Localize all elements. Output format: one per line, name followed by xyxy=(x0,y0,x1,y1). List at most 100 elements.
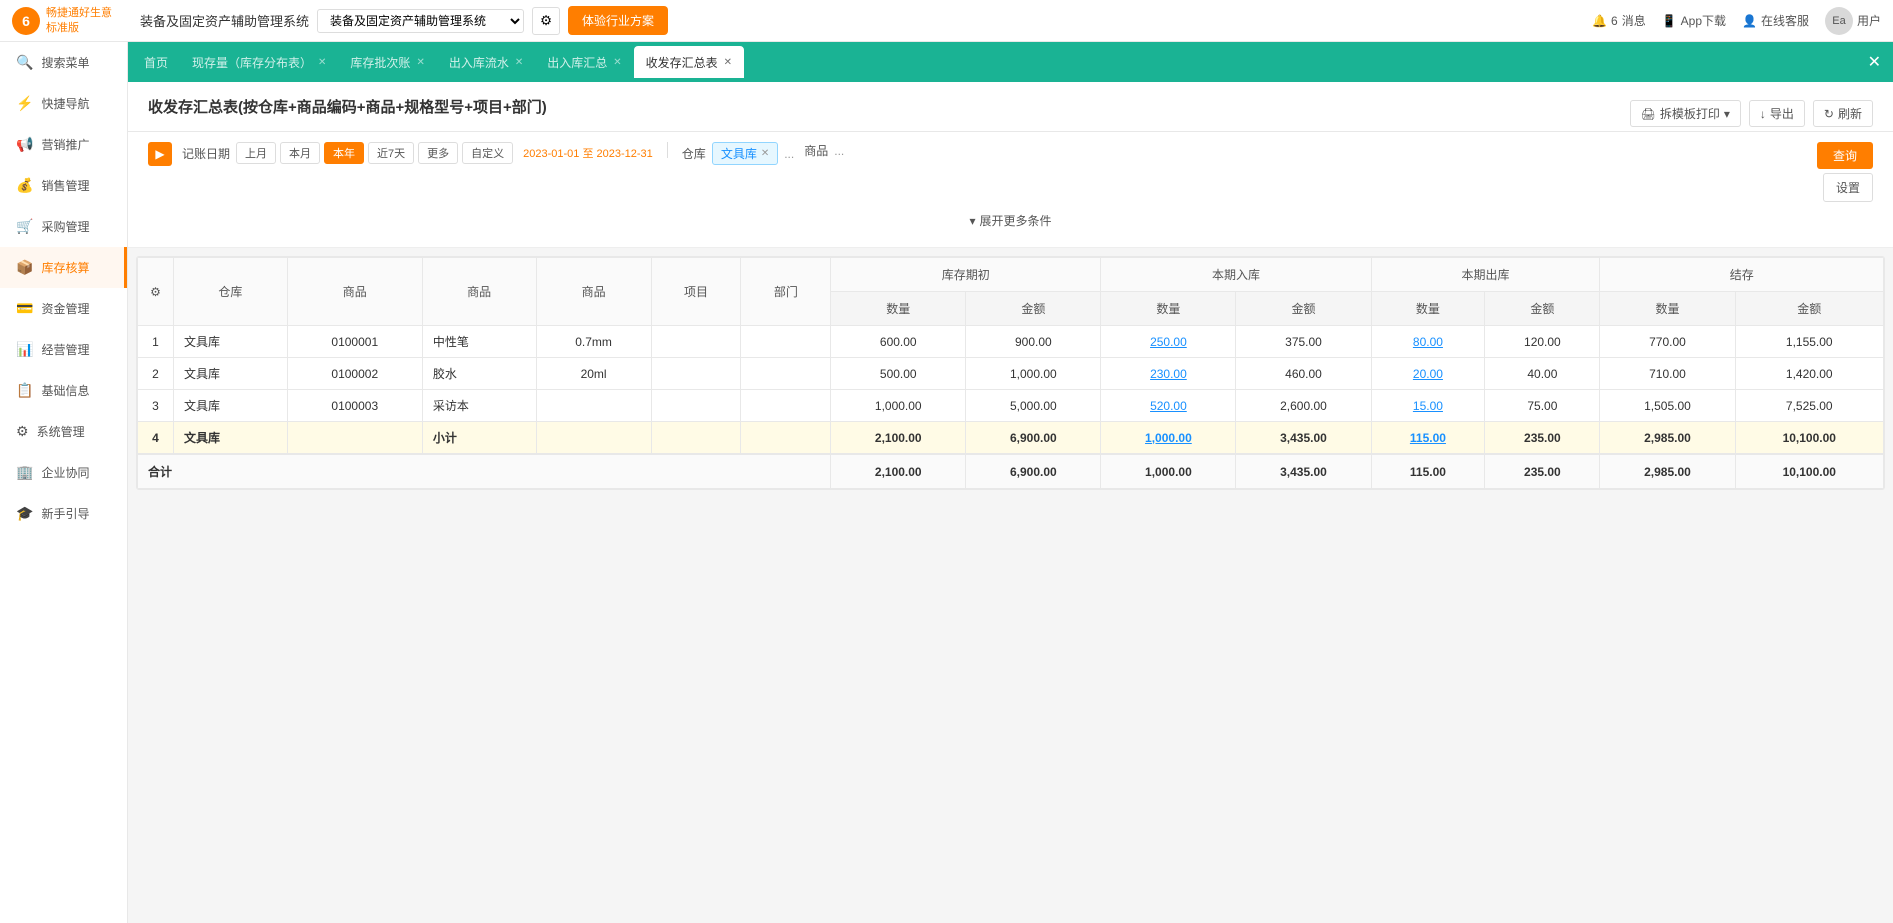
cell-dept xyxy=(741,422,831,455)
goods-filter-col: 商品 ... xyxy=(804,142,844,159)
settings-gear-button[interactable]: ⚙ xyxy=(532,7,560,35)
footer-close-amt: 10,100.00 xyxy=(1735,454,1883,489)
tab-summary-in-out[interactable]: 出入库汇总 ✕ xyxy=(535,46,633,78)
col-settings-header[interactable]: ⚙ xyxy=(138,258,174,326)
date-btn-this-year[interactable]: 本年 xyxy=(324,142,364,164)
tab-close-batch[interactable]: ✕ xyxy=(416,57,424,68)
tab-flow[interactable]: 出入库流水 ✕ xyxy=(437,46,535,78)
cell-close-amt: 7,525.00 xyxy=(1735,390,1883,422)
cell-spec: 20ml xyxy=(536,358,651,390)
cell-in-qty[interactable]: 1,000.00 xyxy=(1101,422,1236,455)
cell-open-amt: 900.00 xyxy=(966,326,1101,358)
tab-receive-send[interactable]: 收发存汇总表 ✕ xyxy=(634,46,744,78)
sidebar-item-finance[interactable]: 💳 资金管理 xyxy=(0,288,127,329)
cell-in-qty[interactable]: 230.00 xyxy=(1101,358,1236,390)
filter-expand-button[interactable]: ▶ xyxy=(148,142,172,166)
tab-close-flow[interactable]: ✕ xyxy=(515,57,523,68)
refresh-button[interactable]: ↻ 刷新 xyxy=(1813,100,1873,127)
print-button[interactable]: 🖨 拆模板打印 ▾ xyxy=(1630,100,1741,127)
main-layout: 🔍 搜索菜单 ⚡ 快捷导航 📢 营销推广 💰 销售管理 🛒 采购管理 📦 库存核… xyxy=(0,42,1893,923)
top-right-area: 🔔 6 消息 📱 App下载 👤 在线客服 Ea 用户 xyxy=(1592,7,1881,35)
sidebar-item-inventory[interactable]: 📦 库存核算 xyxy=(0,247,127,288)
tab-home[interactable]: 首页 xyxy=(132,46,180,78)
date-btn-prev-month[interactable]: 上月 xyxy=(236,142,276,164)
cell-spec xyxy=(536,390,651,422)
sidebar-item-operations[interactable]: 📊 经营管理 xyxy=(0,329,127,370)
cell-out-amt: 120.00 xyxy=(1485,326,1600,358)
sidebar-item-label: 快捷导航 xyxy=(41,95,89,112)
cell-dept xyxy=(741,326,831,358)
sidebar-item-basic[interactable]: 📋 基础信息 xyxy=(0,370,127,411)
warehouse-tag[interactable]: 文具库 ✕ xyxy=(712,142,778,165)
tab-close-summary-in-out[interactable]: ✕ xyxy=(613,57,621,68)
tabs-close-all-button[interactable]: ✕ xyxy=(1860,52,1889,72)
col-close-amt-header: 金额 xyxy=(1735,292,1883,326)
warehouse-tag-close[interactable]: ✕ xyxy=(761,148,769,159)
table-row: 2 文具库 0100002 胶水 20ml 500.00 1,000.00 23… xyxy=(138,358,1884,390)
tab-current-stock[interactable]: 现存量（库存分布表） ✕ xyxy=(180,46,338,78)
cell-out-qty[interactable]: 80.00 xyxy=(1371,326,1485,358)
setting-button[interactable]: 设置 xyxy=(1823,173,1873,202)
cell-out-qty[interactable]: 115.00 xyxy=(1371,422,1485,455)
warehouse-label: 仓库 xyxy=(682,145,706,162)
logo-area: 6 畅捷通好生意 标准版 xyxy=(12,6,140,35)
cell-seq: 2 xyxy=(138,358,174,390)
sidebar-item-enterprise[interactable]: 🏢 企业协同 xyxy=(0,452,127,493)
system-select[interactable]: 装备及固定资产辅助管理系统 xyxy=(317,9,524,33)
export-button[interactable]: ↓ 导出 xyxy=(1749,100,1805,127)
footer-out-amt: 235.00 xyxy=(1485,454,1600,489)
printer-icon: 🖨 xyxy=(1641,107,1656,121)
system-title: 装备及固定资产辅助管理系统 xyxy=(140,11,309,30)
cell-name: 小计 xyxy=(422,422,536,455)
warehouse-more[interactable]: ... xyxy=(784,147,794,161)
sidebar-item-search[interactable]: 🔍 搜索菜单 xyxy=(0,42,127,83)
trial-button[interactable]: 体验行业方案 xyxy=(568,6,668,35)
footer-in-qty: 1,000.00 xyxy=(1101,454,1236,489)
tab-close-receive-send[interactable]: ✕ xyxy=(724,57,732,68)
tab-batch[interactable]: 库存批次账 ✕ xyxy=(338,46,436,78)
online-service-button[interactable]: 👤 在线客服 xyxy=(1742,12,1809,29)
sidebar-item-system[interactable]: ⚙ 系统管理 xyxy=(0,411,127,452)
sidebar: 🔍 搜索菜单 ⚡ 快捷导航 📢 营销推广 💰 销售管理 🛒 采购管理 📦 库存核… xyxy=(0,42,128,923)
sidebar-item-marketing[interactable]: 📢 营销推广 xyxy=(0,124,127,165)
cell-close-qty: 1,505.00 xyxy=(1600,390,1735,422)
col-out-header: 本期出库 xyxy=(1371,258,1600,292)
cell-open-qty: 1,000.00 xyxy=(831,390,966,422)
page-title: 收发存汇总表(按仓库+商品编码+商品+规格型号+项目+部门) xyxy=(148,96,547,117)
cell-dept xyxy=(741,390,831,422)
tab-close-current-stock[interactable]: ✕ xyxy=(318,57,326,68)
logo-text: 畅捷通好生意 标准版 xyxy=(46,6,112,35)
chevron-down-icon: ▾ xyxy=(1724,107,1730,121)
sidebar-item-label: 销售管理 xyxy=(41,177,89,194)
col-in-qty-header: 数量 xyxy=(1101,292,1236,326)
sidebar-item-label: 库存核算 xyxy=(41,259,89,276)
goods-more[interactable]: ... xyxy=(834,144,844,158)
cell-in-qty[interactable]: 250.00 xyxy=(1101,326,1236,358)
cell-out-qty[interactable]: 20.00 xyxy=(1371,358,1485,390)
cell-in-qty[interactable]: 520.00 xyxy=(1101,390,1236,422)
cell-name: 采访本 xyxy=(422,390,536,422)
refresh-icon: ↻ xyxy=(1824,107,1834,121)
expand-more-conditions-button[interactable]: ▾ 展开更多条件 xyxy=(961,208,1059,233)
query-button[interactable]: 查询 xyxy=(1817,142,1873,169)
user-area[interactable]: Ea 用户 xyxy=(1825,7,1881,35)
cell-seq: 3 xyxy=(138,390,174,422)
notifications-button[interactable]: 🔔 6 消息 xyxy=(1592,12,1646,29)
date-btn-custom[interactable]: 自定义 xyxy=(462,142,513,164)
sidebar-item-guide[interactable]: 🎓 新手引导 xyxy=(0,493,127,534)
col-dept-header: 部门 xyxy=(741,258,831,326)
sidebar-item-label: 采购管理 xyxy=(41,218,89,235)
cell-out-qty[interactable]: 15.00 xyxy=(1371,390,1485,422)
col-closing-header: 结存 xyxy=(1600,258,1884,292)
sidebar-item-purchase[interactable]: 🛒 采购管理 xyxy=(0,206,127,247)
date-btn-more[interactable]: 更多 xyxy=(418,142,458,164)
cell-out-amt: 235.00 xyxy=(1485,422,1600,455)
date-btn-7days[interactable]: 近7天 xyxy=(368,142,414,164)
col-close-qty-header: 数量 xyxy=(1600,292,1735,326)
date-btn-this-month[interactable]: 本月 xyxy=(280,142,320,164)
app-download-button[interactable]: 📱 App下载 xyxy=(1662,12,1726,29)
sidebar-item-label: 企业协同 xyxy=(41,464,89,481)
sidebar-item-quick[interactable]: ⚡ 快捷导航 xyxy=(0,83,127,124)
sidebar-item-sales[interactable]: 💰 销售管理 xyxy=(0,165,127,206)
cell-project xyxy=(651,390,741,422)
